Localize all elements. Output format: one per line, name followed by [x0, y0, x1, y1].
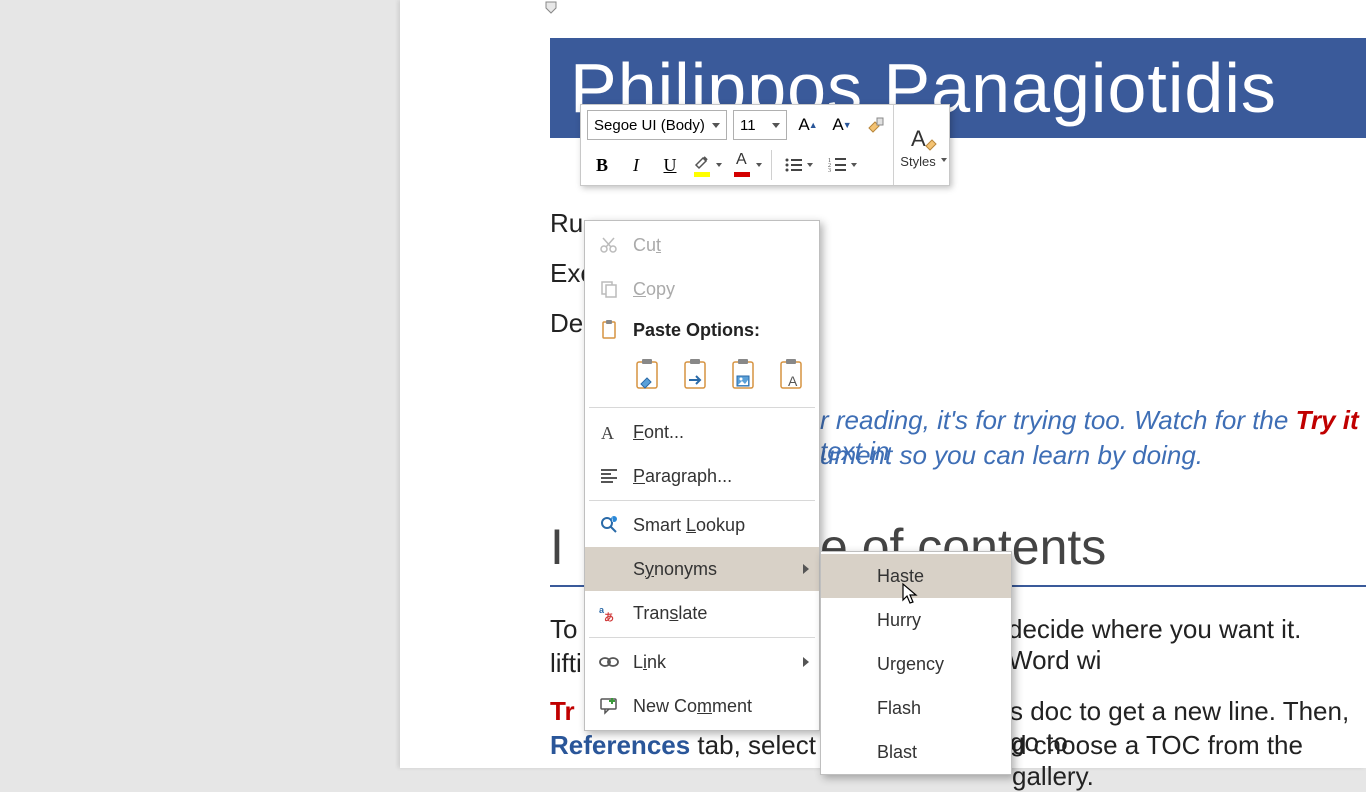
font-name-value: Segoe UI (Body) — [594, 117, 705, 134]
scissors-icon — [595, 231, 623, 259]
menu-cut[interactable]: Cut — [585, 223, 819, 267]
chevron-right-icon — [803, 564, 809, 574]
menu-label: Paste Options: — [633, 320, 760, 341]
menu-label: Copy — [633, 279, 675, 300]
font-size-dropdown[interactable]: 11 — [733, 110, 787, 140]
copy-icon — [595, 275, 623, 303]
highlight-color-button[interactable] — [689, 150, 725, 180]
paste-options-row: A — [585, 349, 819, 405]
synonym-option[interactable]: Flash — [821, 686, 1011, 730]
format-painter-button[interactable] — [861, 110, 891, 140]
search-icon: i — [595, 511, 623, 539]
underline-button[interactable]: U — [655, 150, 685, 180]
try-it-fragment: Tr — [550, 696, 575, 726]
body-fragment: d choose a TOC from the gallery. — [1012, 730, 1366, 792]
menu-paste-options-label: Paste Options: — [585, 311, 819, 349]
menu-smart-lookup[interactable]: i Smart Lookup — [585, 503, 819, 547]
paragraph-icon — [595, 462, 623, 490]
styles-label: Styles — [900, 154, 935, 169]
menu-label: New Comment — [633, 696, 752, 717]
menu-font[interactable]: A Font... — [585, 410, 819, 454]
try-it-highlight: Try it — [1296, 405, 1359, 435]
text: tab, select — [690, 730, 823, 760]
increase-font-size-button[interactable]: A▲ — [793, 110, 823, 140]
font-size-value: 11 — [740, 117, 756, 134]
menu-divider — [589, 637, 815, 638]
paste-picture-button[interactable] — [725, 355, 761, 395]
menu-label: Synonyms — [633, 559, 717, 580]
mini-toolbar: Segoe UI (Body) 11 A▲ A▼ B I U — [580, 104, 950, 186]
svg-text:A: A — [788, 373, 798, 389]
italic-button[interactable]: I — [621, 150, 651, 180]
separator — [771, 150, 772, 180]
synonym-option[interactable]: Blast — [821, 730, 1011, 774]
heading-rule — [550, 585, 584, 587]
synonyms-icon — [595, 555, 623, 583]
menu-label: Font... — [633, 422, 684, 443]
svg-text:あ: あ — [604, 611, 614, 623]
menu-label: Paragraph... — [633, 466, 732, 487]
menu-label: Smart Lookup — [633, 515, 745, 536]
chevron-right-icon — [803, 657, 809, 667]
menu-label: Translate — [633, 603, 707, 624]
chevron-down-icon — [851, 163, 857, 167]
mini-toolbar-row2: B I U A 123 — [581, 145, 893, 185]
body-fragment: To — [550, 614, 577, 645]
svg-text:i: i — [612, 518, 613, 524]
chevron-down-icon — [772, 123, 780, 128]
body-fragment: lifti — [550, 648, 582, 679]
styles-button[interactable]: A Styles — [893, 105, 949, 185]
doc-intro-line2: ument so you can learn by doing. — [820, 440, 1203, 471]
svg-text:3: 3 — [828, 168, 831, 174]
paste-text-only-button[interactable]: A — [773, 355, 809, 395]
menu-divider — [589, 407, 815, 408]
paste-keep-source-button[interactable] — [629, 355, 665, 395]
chevron-down-icon — [756, 163, 762, 167]
svg-text:A: A — [911, 126, 926, 151]
body-fragment: Tr — [550, 696, 575, 727]
link-icon — [595, 648, 623, 676]
menu-label: Cut — [633, 235, 661, 256]
app-gutter — [0, 0, 400, 768]
translate-icon: aあ — [595, 599, 623, 627]
menu-synonyms[interactable]: Synonyms — [585, 547, 819, 591]
menu-paragraph[interactable]: Paragraph... — [585, 454, 819, 498]
menu-new-comment[interactable]: New Comment — [585, 684, 819, 728]
menu-link[interactable]: Link — [585, 640, 819, 684]
bullets-button[interactable] — [778, 150, 818, 180]
mouse-cursor — [901, 582, 921, 611]
font-name-dropdown[interactable]: Segoe UI (Body) — [587, 110, 727, 140]
heading-rule — [1012, 585, 1366, 587]
doc-word-fragment: De — [550, 308, 583, 339]
comment-icon — [595, 692, 623, 720]
body-fragment: decide where you want it. Word wi — [1008, 614, 1366, 676]
bold-button[interactable]: B — [587, 150, 617, 180]
context-menu: Cut Copy Paste Options: A A Font... Para… — [584, 220, 820, 731]
doc-word-fragment: Ru — [550, 208, 583, 239]
menu-label: Link — [633, 652, 666, 673]
menu-copy[interactable]: Copy — [585, 267, 819, 311]
synonym-option[interactable]: Urgency — [821, 642, 1011, 686]
chevron-down-icon — [712, 123, 720, 128]
decrease-font-size-button[interactable]: A▼ — [827, 110, 857, 140]
menu-translate[interactable]: aあ Translate — [585, 591, 819, 635]
clipboard-icon — [595, 316, 623, 344]
svg-text:A: A — [601, 423, 614, 443]
chevron-down-icon — [807, 163, 813, 167]
paste-merge-button[interactable] — [677, 355, 713, 395]
text: r reading, it's for trying too. Watch fo… — [820, 405, 1296, 435]
section-heading-fragment: I — [550, 518, 564, 576]
ruler-indent-marker[interactable] — [544, 0, 558, 14]
numbering-button[interactable]: 123 — [822, 150, 862, 180]
font-icon: A — [595, 418, 623, 446]
menu-divider — [589, 500, 815, 501]
chevron-down-icon — [941, 158, 947, 162]
references-tab-mention: References — [550, 730, 690, 760]
font-color-button[interactable]: A — [729, 150, 765, 180]
chevron-down-icon — [716, 163, 722, 167]
mini-toolbar-row1: Segoe UI (Body) 11 A▲ A▼ — [581, 105, 893, 145]
